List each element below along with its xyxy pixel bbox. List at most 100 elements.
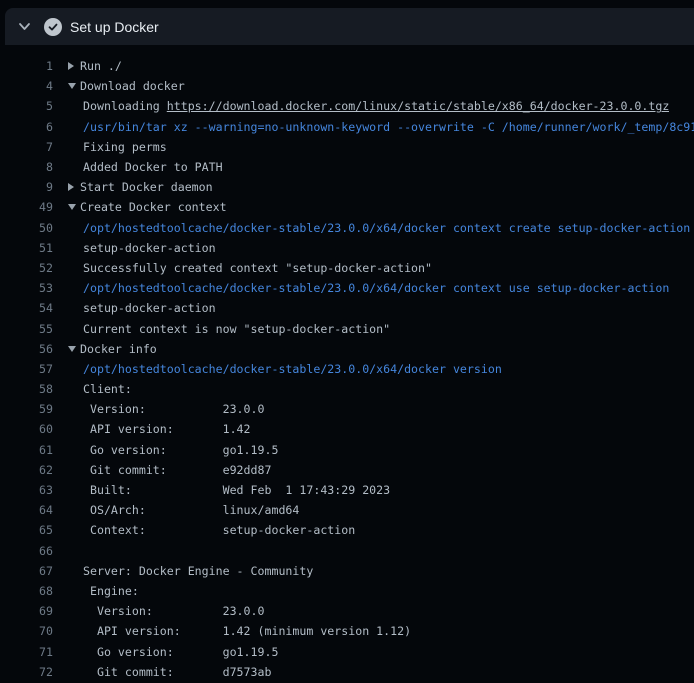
log-line: 64 OS/Arch: linux/amd64 bbox=[0, 500, 694, 520]
log-text: Current context is now "setup-docker-act… bbox=[83, 322, 390, 336]
group-chevron-expanded-icon[interactable] bbox=[68, 83, 80, 89]
log-line: 4 Download docker bbox=[0, 76, 694, 96]
log-command-text: /opt/hostedtoolcache/docker-stable/23.0.… bbox=[83, 362, 502, 376]
line-number[interactable]: 1 bbox=[0, 59, 53, 73]
log-line: 63 Built: Wed Feb 1 17:43:29 2023 bbox=[0, 480, 694, 500]
log-text: Git commit: e92dd87 bbox=[83, 463, 271, 477]
line-number[interactable]: 66 bbox=[0, 544, 53, 558]
line-number[interactable]: 65 bbox=[0, 523, 53, 537]
group-chevron-collapsed-icon[interactable] bbox=[68, 183, 80, 191]
log-line-content: setup-docker-action bbox=[83, 241, 216, 255]
line-number[interactable]: 58 bbox=[0, 382, 53, 396]
log-line: 5 Downloading https://download.docker.co… bbox=[0, 96, 694, 116]
log-line: 70 API version: 1.42 (minimum version 1.… bbox=[0, 621, 694, 641]
log-line: 65 Context: setup-docker-action bbox=[0, 520, 694, 540]
log-line-content: Go version: go1.19.5 bbox=[83, 443, 278, 457]
log-text: Create Docker context bbox=[80, 200, 227, 214]
line-number[interactable]: 67 bbox=[0, 564, 53, 578]
group-chevron-expanded-icon[interactable] bbox=[68, 204, 80, 210]
log-line-content: /opt/hostedtoolcache/docker-stable/23.0.… bbox=[83, 362, 502, 376]
line-number[interactable]: 6 bbox=[0, 120, 53, 134]
line-number[interactable]: 55 bbox=[0, 322, 53, 336]
log-line-content: OS/Arch: linux/amd64 bbox=[83, 503, 299, 517]
log-text: Download docker bbox=[80, 79, 185, 93]
log-command-text: /usr/bin/tar xz --warning=no-unknown-key… bbox=[83, 120, 694, 134]
log-line-content: Create Docker context bbox=[68, 200, 227, 214]
group-chevron-expanded-icon[interactable] bbox=[68, 346, 80, 352]
log-line: 53 /opt/hostedtoolcache/docker-stable/23… bbox=[0, 278, 694, 298]
log-line-content: Client: bbox=[83, 382, 132, 396]
log-line-content: /opt/hostedtoolcache/docker-stable/23.0.… bbox=[83, 221, 690, 235]
log-text: Go version: go1.19.5 bbox=[83, 443, 278, 457]
log-text: Git commit: d7573ab bbox=[83, 665, 271, 679]
line-number[interactable]: 53 bbox=[0, 281, 53, 295]
log-line: 1 Run ./ bbox=[0, 56, 694, 76]
line-number[interactable]: 56 bbox=[0, 342, 53, 356]
log-text: Downloading bbox=[83, 99, 167, 113]
log-line: 51 setup-docker-action bbox=[0, 238, 694, 258]
line-number[interactable]: 49 bbox=[0, 200, 53, 214]
log-line-content: Git commit: d7573ab bbox=[83, 665, 271, 679]
log-area: 1 Run ./ 4 Download docker 5 Downloading… bbox=[0, 56, 694, 682]
line-number[interactable]: 70 bbox=[0, 624, 53, 638]
log-line-content: Fixing perms bbox=[83, 140, 167, 154]
log-line: 56 Docker info bbox=[0, 339, 694, 359]
line-number[interactable]: 61 bbox=[0, 443, 53, 457]
line-number[interactable]: 62 bbox=[0, 463, 53, 477]
log-line: 54 setup-docker-action bbox=[0, 298, 694, 318]
step-header[interactable]: Set up Docker bbox=[5, 8, 694, 45]
log-link[interactable]: https://download.docker.com/linux/static… bbox=[167, 99, 670, 113]
log-line: 9 Start Docker daemon bbox=[0, 177, 694, 197]
log-line-content: Context: setup-docker-action bbox=[83, 523, 355, 537]
log-line-content: Downloading https://download.docker.com/… bbox=[83, 99, 669, 113]
log-line-content: /usr/bin/tar xz --warning=no-unknown-key… bbox=[83, 120, 694, 134]
line-number[interactable]: 63 bbox=[0, 483, 53, 497]
log-text: Engine: bbox=[83, 584, 139, 598]
log-text: Built: Wed Feb 1 17:43:29 2023 bbox=[83, 483, 390, 497]
log-line-content: setup-docker-action bbox=[83, 301, 216, 315]
line-number[interactable]: 64 bbox=[0, 503, 53, 517]
log-text: Go version: go1.19.5 bbox=[83, 645, 278, 659]
group-chevron-collapsed-icon[interactable] bbox=[68, 62, 80, 70]
log-line-content: Version: 23.0.0 bbox=[83, 402, 264, 416]
log-command-text: /opt/hostedtoolcache/docker-stable/23.0.… bbox=[83, 281, 669, 295]
check-circle-icon bbox=[44, 18, 62, 36]
line-number[interactable]: 54 bbox=[0, 301, 53, 315]
log-text: OS/Arch: linux/amd64 bbox=[83, 503, 299, 517]
log-text: Client: bbox=[83, 382, 132, 396]
line-number[interactable]: 4 bbox=[0, 79, 53, 93]
line-number[interactable]: 69 bbox=[0, 604, 53, 618]
line-number[interactable]: 5 bbox=[0, 99, 53, 113]
log-line: 50 /opt/hostedtoolcache/docker-stable/23… bbox=[0, 218, 694, 238]
log-text: Fixing perms bbox=[83, 140, 167, 154]
log-line: 7 Fixing perms bbox=[0, 137, 694, 157]
log-line: 62 Git commit: e92dd87 bbox=[0, 460, 694, 480]
line-number[interactable]: 72 bbox=[0, 665, 53, 679]
log-line: 58 Client: bbox=[0, 379, 694, 399]
log-text: Successfully created context "setup-dock… bbox=[83, 261, 432, 275]
line-number[interactable]: 8 bbox=[0, 160, 53, 174]
log-line: 67 Server: Docker Engine - Community bbox=[0, 561, 694, 581]
log-line-content: /opt/hostedtoolcache/docker-stable/23.0.… bbox=[83, 281, 669, 295]
line-number[interactable]: 7 bbox=[0, 140, 53, 154]
line-number[interactable]: 68 bbox=[0, 584, 53, 598]
log-line-content: API version: 1.42 bbox=[83, 422, 251, 436]
log-line: 8 Added Docker to PATH bbox=[0, 157, 694, 177]
log-line-content: Current context is now "setup-docker-act… bbox=[83, 322, 390, 336]
chevron-down-icon[interactable] bbox=[18, 20, 31, 33]
log-text: Version: 23.0.0 bbox=[83, 604, 264, 618]
line-number[interactable]: 71 bbox=[0, 645, 53, 659]
log-line: 69 Version: 23.0.0 bbox=[0, 601, 694, 621]
line-number[interactable]: 9 bbox=[0, 180, 53, 194]
log-line-content: Start Docker daemon bbox=[68, 180, 213, 194]
line-number[interactable]: 60 bbox=[0, 422, 53, 436]
line-number[interactable]: 59 bbox=[0, 402, 53, 416]
log-line-content: Run ./ bbox=[68, 59, 122, 73]
line-number[interactable]: 50 bbox=[0, 221, 53, 235]
line-number[interactable]: 51 bbox=[0, 241, 53, 255]
log-text: Run ./ bbox=[80, 59, 122, 73]
line-number[interactable]: 52 bbox=[0, 261, 53, 275]
log-text: Context: setup-docker-action bbox=[83, 523, 355, 537]
line-number[interactable]: 57 bbox=[0, 362, 53, 376]
log-line: 59 Version: 23.0.0 bbox=[0, 399, 694, 419]
